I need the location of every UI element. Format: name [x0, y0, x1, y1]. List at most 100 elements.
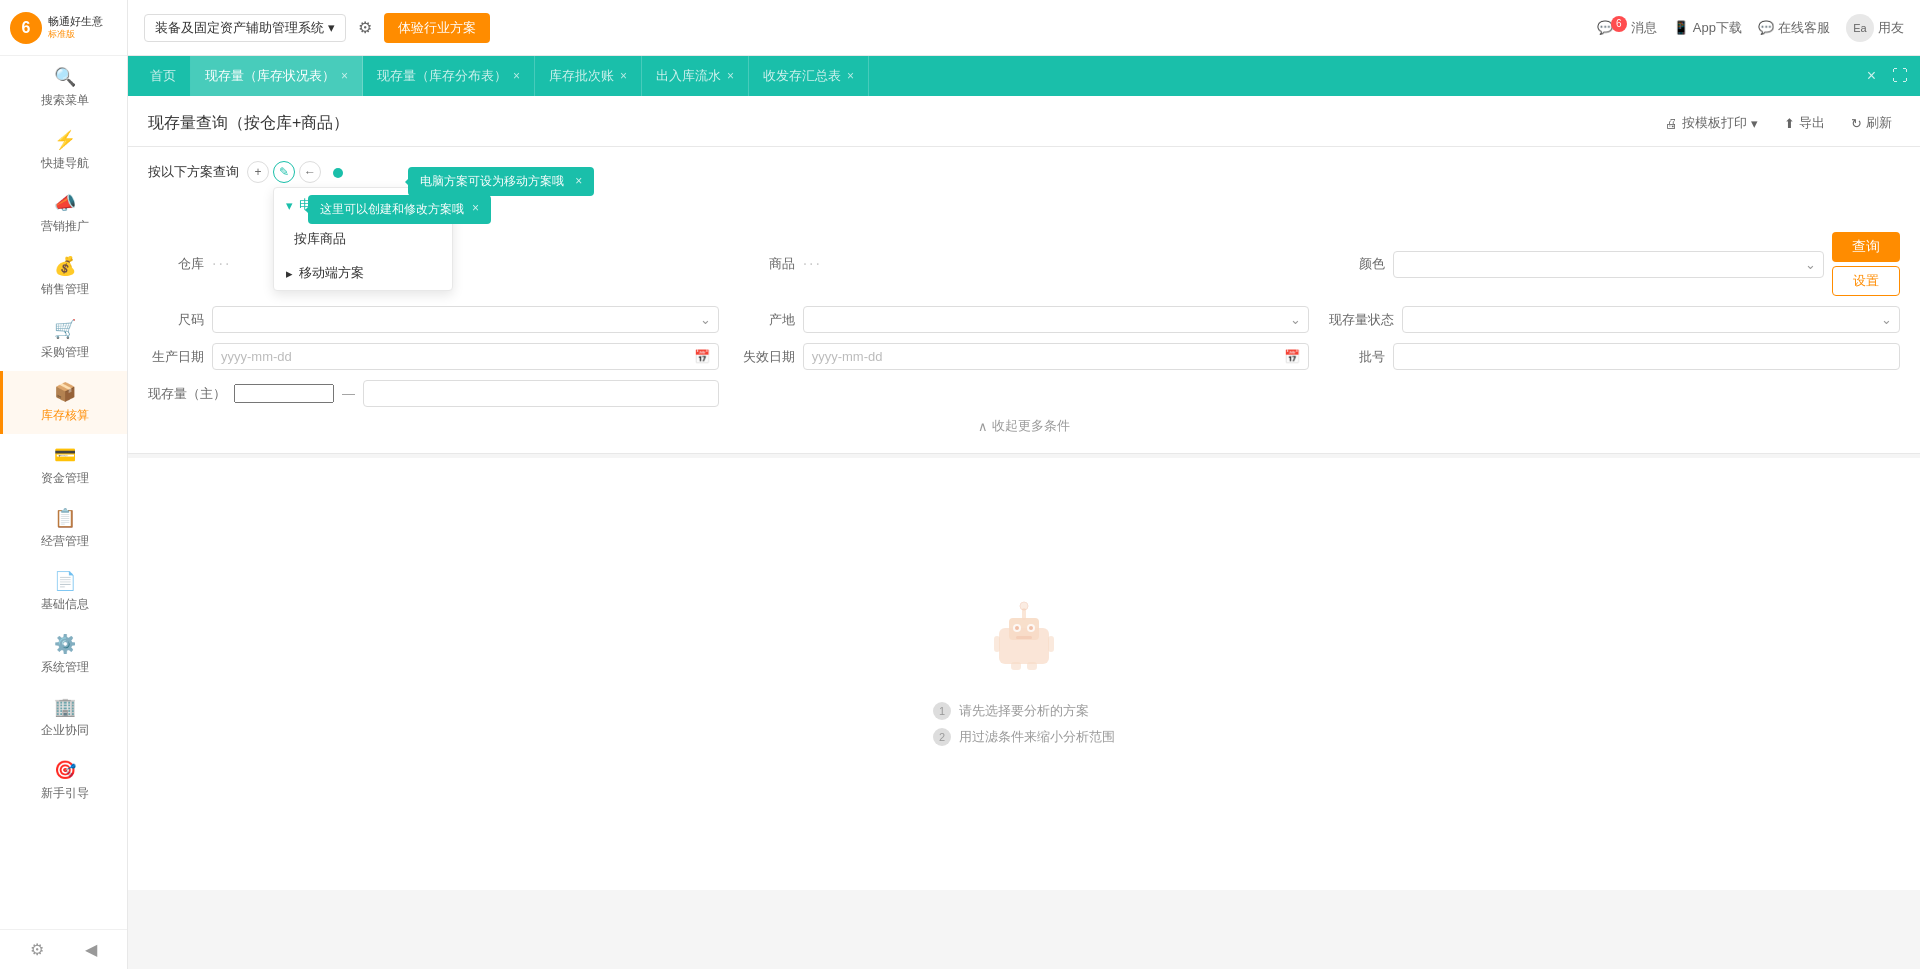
size-select[interactable]	[212, 306, 719, 333]
print-btn[interactable]: 🖨 按模板打印 ▾	[1657, 110, 1766, 136]
size-label: 尺码	[148, 311, 204, 329]
sidebar-settings-btn[interactable]: ⚙	[30, 940, 44, 959]
sidebar-item-marketing[interactable]: 📣 营销推广	[0, 182, 127, 245]
sidebar-label-operations: 经营管理	[41, 533, 89, 550]
scheme-item-pc-default[interactable]: 按库商品	[274, 222, 452, 256]
tab-inventory-batch-label: 库存批次账	[549, 67, 614, 85]
page-content-area: 现存量查询（按仓库+商品） 🖨 按模板打印 ▾ ⬆ 导出 ↻ 刷新	[128, 96, 1920, 969]
tooltip-1-close[interactable]: ×	[575, 174, 582, 188]
stock-main-label: 现存量（主）	[148, 385, 226, 403]
sidebar-item-finance[interactable]: 💳 资金管理	[0, 434, 127, 497]
svg-point-4	[1015, 626, 1019, 630]
header-right: 💬 6 消息 📱 App下载 💬 在线客服 Ea 用友	[1597, 14, 1904, 42]
reset-button[interactable]: 设置	[1832, 266, 1900, 296]
tooltip-1-text: 电脑方案可设为移动方案哦	[420, 174, 564, 188]
tab-close-all-btn[interactable]: ×	[1863, 63, 1880, 89]
tab-fullscreen-btn[interactable]: ⛶	[1888, 63, 1912, 89]
scheme-item-mobile[interactable]: ▸ 移动端方案	[274, 256, 452, 290]
sidebar-item-search[interactable]: 🔍 搜索菜单	[0, 56, 127, 119]
collapse-label: 收起更多条件	[992, 417, 1070, 435]
tooltip-2-close[interactable]: ×	[472, 201, 479, 218]
tooltip-2-text: 这里可以创建和修改方案哦	[320, 201, 464, 218]
active-dot	[333, 168, 343, 178]
tab-inventory-dist-close[interactable]: ×	[513, 69, 520, 83]
tab-inventory-dist[interactable]: 现存量（库存分布表） ×	[363, 56, 535, 96]
goods-input[interactable]: ···	[803, 255, 822, 273]
origin-select[interactable]	[803, 306, 1310, 333]
sidebar-item-operations[interactable]: 📋 经营管理	[0, 497, 127, 560]
sidebar-label-finance: 资金管理	[41, 470, 89, 487]
sidebar-item-enterprise[interactable]: 🏢 企业协同	[0, 686, 127, 749]
expiry-date-input[interactable]: yyyy-mm-dd 📅	[803, 343, 1310, 370]
tab-in-out-flow[interactable]: 出入库流水 ×	[642, 56, 749, 96]
header-settings-icon[interactable]: ⚙	[358, 18, 372, 37]
stock-status-filter-row: 现存量状态	[1329, 306, 1900, 333]
sidebar-item-basic[interactable]: 📄 基础信息	[0, 560, 127, 623]
empty-state: 1 请先选择要分析的方案 2 用过滤条件来缩小分析范围	[148, 518, 1900, 830]
stock-status-select[interactable]	[1402, 306, 1900, 333]
tab-inventory-status-close[interactable]: ×	[341, 69, 348, 83]
tooltip-2: 这里可以创建和修改方案哦 ×	[308, 195, 491, 224]
production-date-label: 生产日期	[148, 348, 204, 366]
edit-scheme-btn[interactable]: ✎	[273, 161, 295, 183]
sidebar-label-system: 系统管理	[41, 659, 89, 676]
goods-label: 商品	[739, 255, 795, 273]
sidebar-collapse-btn[interactable]: ◀	[85, 940, 97, 959]
page-title-row: 现存量查询（按仓库+商品） 🖨 按模板打印 ▾ ⬆ 导出 ↻ 刷新	[148, 110, 1900, 146]
svg-rect-9	[1011, 662, 1021, 670]
support-icon: 💬	[1758, 20, 1774, 35]
tab-inventory-batch-close[interactable]: ×	[620, 69, 627, 83]
sidebar-item-guide[interactable]: 🎯 新手引导	[0, 749, 127, 812]
sidebar-label-basic: 基础信息	[41, 596, 89, 613]
notification-btn[interactable]: 💬 6 消息	[1597, 19, 1657, 37]
quick-icon: ⚡	[54, 129, 76, 151]
add-scheme-btn[interactable]: +	[247, 161, 269, 183]
filter-collapse-btn[interactable]: ∧ 收起更多条件	[148, 407, 1900, 439]
industry-btn[interactable]: 体验行业方案	[384, 13, 490, 43]
warehouse-input[interactable]: ···	[212, 255, 231, 273]
color-select[interactable]	[1393, 251, 1824, 278]
tab-inventory-dist-label: 现存量（库存分布表）	[377, 67, 507, 85]
sidebar-item-inventory[interactable]: 📦 库存核算	[0, 371, 127, 434]
expiry-date-icon: 📅	[1284, 349, 1300, 364]
app-download-btn[interactable]: 📱 App下载	[1673, 19, 1742, 37]
finance-icon: 💳	[54, 444, 76, 466]
system-selector[interactable]: 装备及固定资产辅助管理系统 ▾	[144, 14, 346, 42]
stock-main-to-input[interactable]	[363, 380, 719, 407]
online-support-btn[interactable]: 💬 在线客服	[1758, 19, 1830, 37]
sidebar-item-quick[interactable]: ⚡ 快捷导航	[0, 119, 127, 182]
svg-rect-8	[1048, 636, 1054, 652]
sidebar-item-system[interactable]: ⚙️ 系统管理	[0, 623, 127, 686]
batch-no-input[interactable]	[1393, 343, 1900, 370]
tab-receive-send[interactable]: 收发存汇总表 ×	[749, 56, 869, 96]
tab-in-out-flow-close[interactable]: ×	[727, 69, 734, 83]
sidebar-label-sales: 销售管理	[41, 281, 89, 298]
goods-filter-row: 商品 ···	[739, 232, 1310, 296]
page-actions: 🖨 按模板打印 ▾ ⬆ 导出 ↻ 刷新	[1657, 110, 1900, 136]
tab-receive-send-close[interactable]: ×	[847, 69, 854, 83]
sidebar-label-inventory: 库存核算	[41, 407, 89, 424]
refresh-icon: ↻	[1851, 116, 1862, 131]
top-header: 装备及固定资产辅助管理系统 ▾ ⚙ 体验行业方案 💬 6 消息 📱 App下载 …	[128, 0, 1920, 56]
refresh-btn[interactable]: ↻ 刷新	[1843, 110, 1900, 136]
sidebar-item-purchase[interactable]: 🛒 采购管理	[0, 308, 127, 371]
sidebar-item-sales[interactable]: 💰 销售管理	[0, 245, 127, 308]
batch-no-filter-row: 批号	[1329, 343, 1900, 370]
warehouse-label: 仓库	[148, 255, 204, 273]
search-button[interactable]: 查询	[1832, 232, 1900, 262]
tab-home[interactable]: 首页	[136, 56, 191, 96]
production-date-input[interactable]: yyyy-mm-dd 📅	[212, 343, 719, 370]
system-name-text: 装备及固定资产辅助管理系统	[155, 19, 324, 37]
header-left: 装备及固定资产辅助管理系统 ▾ ⚙ 体验行业方案	[144, 13, 490, 43]
empty-tip-2-row: 2 用过滤条件来缩小分析范围	[933, 724, 1115, 750]
purchase-icon: 🛒	[54, 318, 76, 340]
tab-inventory-batch[interactable]: 库存批次账 ×	[535, 56, 642, 96]
tab-inventory-status[interactable]: 现存量（库存状况表） ×	[191, 56, 363, 96]
operations-icon: 📋	[54, 507, 76, 529]
export-btn[interactable]: ⬆ 导出	[1776, 110, 1833, 136]
back-scheme-btn[interactable]: ←	[299, 161, 321, 183]
scheme-expand-icon: ▾	[286, 198, 293, 213]
user-area[interactable]: Ea 用友	[1846, 14, 1904, 42]
stock-main-from-input[interactable]	[234, 384, 334, 403]
batch-no-label: 批号	[1329, 348, 1385, 366]
